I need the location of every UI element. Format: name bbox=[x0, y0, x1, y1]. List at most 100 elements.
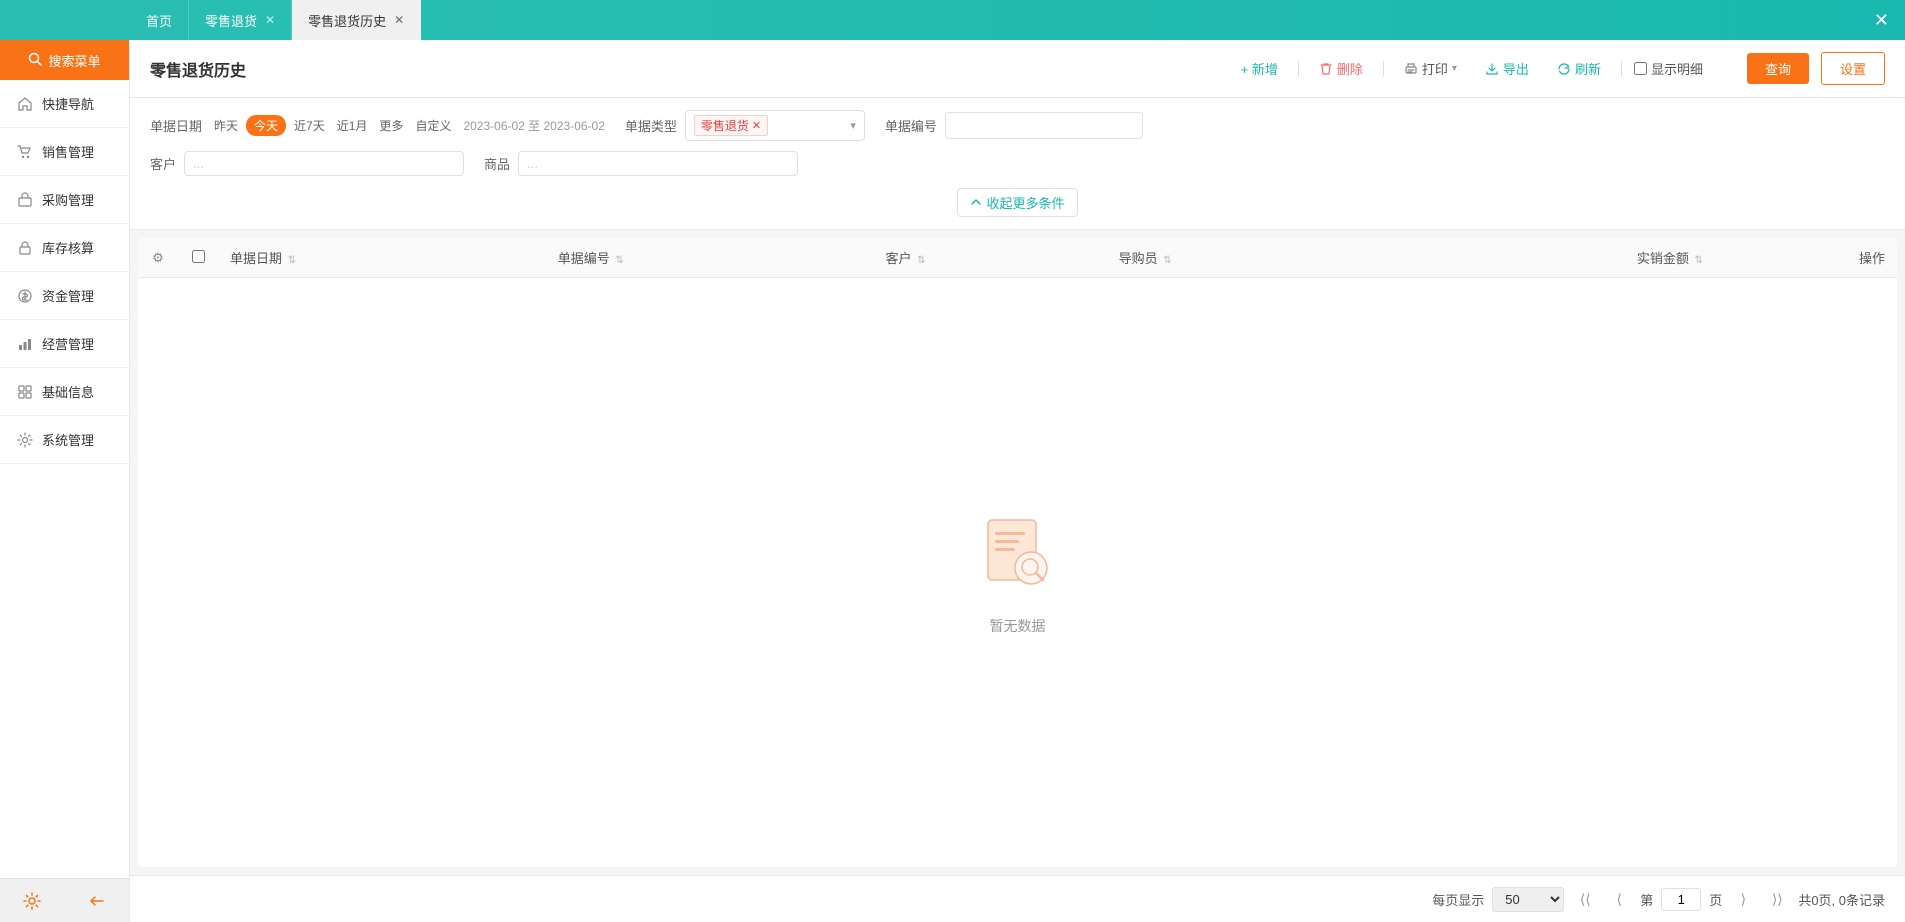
date-btn-7days[interactable]: 近7天 bbox=[290, 115, 329, 136]
page-next-button[interactable]: ⟩ bbox=[1730, 886, 1756, 912]
th-checkbox[interactable] bbox=[178, 238, 218, 278]
date-filter-label: 单据日期 bbox=[150, 116, 202, 135]
tab-home[interactable]: 首页 bbox=[130, 0, 189, 40]
sidebar-item-sales-mgmt[interactable]: 销售管理 bbox=[0, 128, 129, 176]
th-no[interactable]: 单据编号 ⇅ bbox=[546, 238, 874, 278]
delete-icon bbox=[1319, 62, 1333, 76]
show-detail-checkbox[interactable] bbox=[1634, 62, 1647, 75]
sidebar-item-label: 经营管理 bbox=[42, 334, 94, 353]
type-tag-close[interactable]: ✕ bbox=[752, 119, 761, 132]
select-all-checkbox[interactable] bbox=[192, 250, 205, 263]
pagination-bar: 每页显示 20 50 100 ⟨⟨ ⟨ 第 页 ⟩ ⟩⟩ 共0页, 0条记录 bbox=[130, 875, 1905, 922]
tab-retail-return-close[interactable]: ✕ bbox=[265, 13, 275, 27]
print-button[interactable]: 打印 ▾ bbox=[1396, 55, 1465, 82]
th-amount[interactable]: 实销金额 ⇅ bbox=[1387, 238, 1715, 278]
sidebar-item-label: 基础信息 bbox=[42, 382, 94, 401]
sidebar-item-label: 资金管理 bbox=[42, 286, 94, 305]
collapse-button[interactable]: 收起更多条件 bbox=[957, 188, 1077, 217]
empty-state: 暂无数据 bbox=[138, 278, 1897, 867]
th-guide[interactable]: 导购员 ⇅ bbox=[1107, 238, 1387, 278]
date-btn-yesterday[interactable]: 昨天 bbox=[210, 115, 242, 136]
tab-retail-return[interactable]: 零售退货 ✕ bbox=[189, 0, 292, 40]
date-btn-1month[interactable]: 近1月 bbox=[333, 115, 372, 136]
chart-icon bbox=[16, 335, 34, 353]
date-filter-group: 单据日期 昨天 今天 近7天 近1月 更多 自定义 2023-06-02 至 2… bbox=[150, 115, 605, 136]
sidebar-gear-button[interactable] bbox=[16, 885, 48, 917]
th-customer[interactable]: 客户 ⇅ bbox=[874, 238, 1107, 278]
show-detail-label[interactable]: 显示明细 bbox=[1634, 59, 1703, 78]
sidebar-item-quick-nav[interactable]: 快捷导航 bbox=[0, 80, 129, 128]
empty-state-icon bbox=[973, 510, 1063, 600]
th-date[interactable]: 单据日期 ⇅ bbox=[218, 238, 546, 278]
filter-row-1: 单据日期 昨天 今天 近7天 近1月 更多 自定义 2023-06-02 至 2… bbox=[150, 110, 1885, 141]
sidebar-collapse-button[interactable] bbox=[81, 885, 113, 917]
type-select[interactable]: 零售退货 ✕ ▾ bbox=[685, 110, 865, 141]
divider bbox=[1621, 61, 1622, 77]
page-number-input[interactable] bbox=[1661, 888, 1701, 911]
search-icon bbox=[28, 52, 42, 69]
th-op: 操作 bbox=[1715, 238, 1897, 278]
home-icon bbox=[16, 95, 34, 113]
sidebar-item-inventory[interactable]: 库存核算 bbox=[0, 224, 129, 272]
sidebar-item-operations[interactable]: 经营管理 bbox=[0, 320, 129, 368]
collapse-icon bbox=[970, 197, 982, 209]
new-button[interactable]: + 新增 bbox=[1233, 55, 1286, 82]
date-btn-custom[interactable]: 自定义 bbox=[411, 115, 455, 136]
box-icon bbox=[16, 191, 34, 209]
sort-amount-icon: ⇅ bbox=[1694, 255, 1702, 266]
sort-date-icon: ⇅ bbox=[288, 255, 296, 266]
sidebar-item-label: 库存核算 bbox=[42, 238, 94, 257]
divider bbox=[1383, 61, 1384, 77]
window-close-button[interactable]: ✕ bbox=[1874, 10, 1889, 31]
type-filter-label: 单据类型 bbox=[625, 116, 677, 135]
filter-area: 单据日期 昨天 今天 近7天 近1月 更多 自定义 2023-06-02 至 2… bbox=[130, 98, 1905, 230]
voucher-filter-label: 单据编号 bbox=[885, 116, 937, 135]
type-select-chevron: ▾ bbox=[850, 119, 856, 132]
th-settings[interactable]: ⚙ bbox=[138, 238, 178, 278]
sidebar-item-finance[interactable]: 资金管理 bbox=[0, 272, 129, 320]
tab-retail-return-history-close[interactable]: ✕ bbox=[394, 13, 404, 27]
settings-icon bbox=[16, 431, 34, 449]
sidebar-footer bbox=[0, 878, 129, 922]
tab-retail-return-history[interactable]: 零售退货历史 ✕ bbox=[292, 0, 421, 40]
refresh-button[interactable]: 刷新 bbox=[1549, 55, 1609, 82]
sidebar-item-basic-info[interactable]: 基础信息 bbox=[0, 368, 129, 416]
export-button[interactable]: 导出 bbox=[1477, 55, 1537, 82]
settings-button[interactable]: 设置 bbox=[1821, 52, 1885, 85]
header-actions: + 新增 删除 打印 ▾ 导出 刷新 bbox=[1233, 52, 1885, 85]
date-buttons: 昨天 今天 近7天 近1月 更多 自定义 bbox=[210, 115, 455, 136]
lock-icon bbox=[16, 239, 34, 257]
page-first-button[interactable]: ⟨⟨ bbox=[1572, 886, 1598, 912]
date-btn-more[interactable]: 更多 bbox=[375, 115, 407, 136]
refresh-icon bbox=[1557, 62, 1571, 76]
sidebar-search-label: 搜索菜单 bbox=[48, 51, 100, 70]
export-icon bbox=[1485, 62, 1499, 76]
grid-icon bbox=[16, 383, 34, 401]
dollar-icon bbox=[16, 287, 34, 305]
per-page-select[interactable]: 20 50 100 bbox=[1492, 887, 1564, 912]
customer-filter-group: 客户 ... bbox=[150, 151, 464, 176]
goods-ellipsis: ... bbox=[527, 156, 789, 171]
customer-select[interactable]: ... bbox=[184, 151, 464, 176]
delete-button[interactable]: 删除 bbox=[1311, 55, 1371, 82]
cart-icon bbox=[16, 143, 34, 161]
collapse-container: 收起更多条件 bbox=[150, 184, 1885, 217]
goods-select[interactable]: ... bbox=[518, 151, 798, 176]
sidebar-item-label: 采购管理 bbox=[42, 190, 94, 209]
sidebar-item-purchase-mgmt[interactable]: 采购管理 bbox=[0, 176, 129, 224]
sidebar-item-system[interactable]: 系统管理 bbox=[0, 416, 129, 464]
date-btn-today[interactable]: 今天 bbox=[246, 115, 286, 136]
sort-customer-icon: ⇅ bbox=[917, 255, 925, 266]
page-last-button[interactable]: ⟩⟩ bbox=[1764, 886, 1790, 912]
voucher-no-input[interactable] bbox=[945, 112, 1143, 139]
sort-no-icon: ⇅ bbox=[615, 255, 623, 266]
page-prev-button[interactable]: ⟨ bbox=[1606, 886, 1632, 912]
content-area: 零售退货历史 + 新增 删除 打印 ▾ 导出 bbox=[130, 40, 1905, 922]
query-button[interactable]: 查询 bbox=[1747, 53, 1809, 84]
per-page-label: 每页显示 bbox=[1432, 890, 1484, 909]
sidebar-search-button[interactable]: 搜索菜单 bbox=[0, 40, 129, 80]
main-layout: 搜索菜单 快捷导航 销售管理 采购管理 bbox=[0, 40, 1905, 922]
customer-filter-label: 客户 bbox=[150, 154, 176, 173]
page-label: 第 bbox=[1640, 890, 1653, 909]
sort-guide-icon: ⇅ bbox=[1163, 255, 1171, 266]
